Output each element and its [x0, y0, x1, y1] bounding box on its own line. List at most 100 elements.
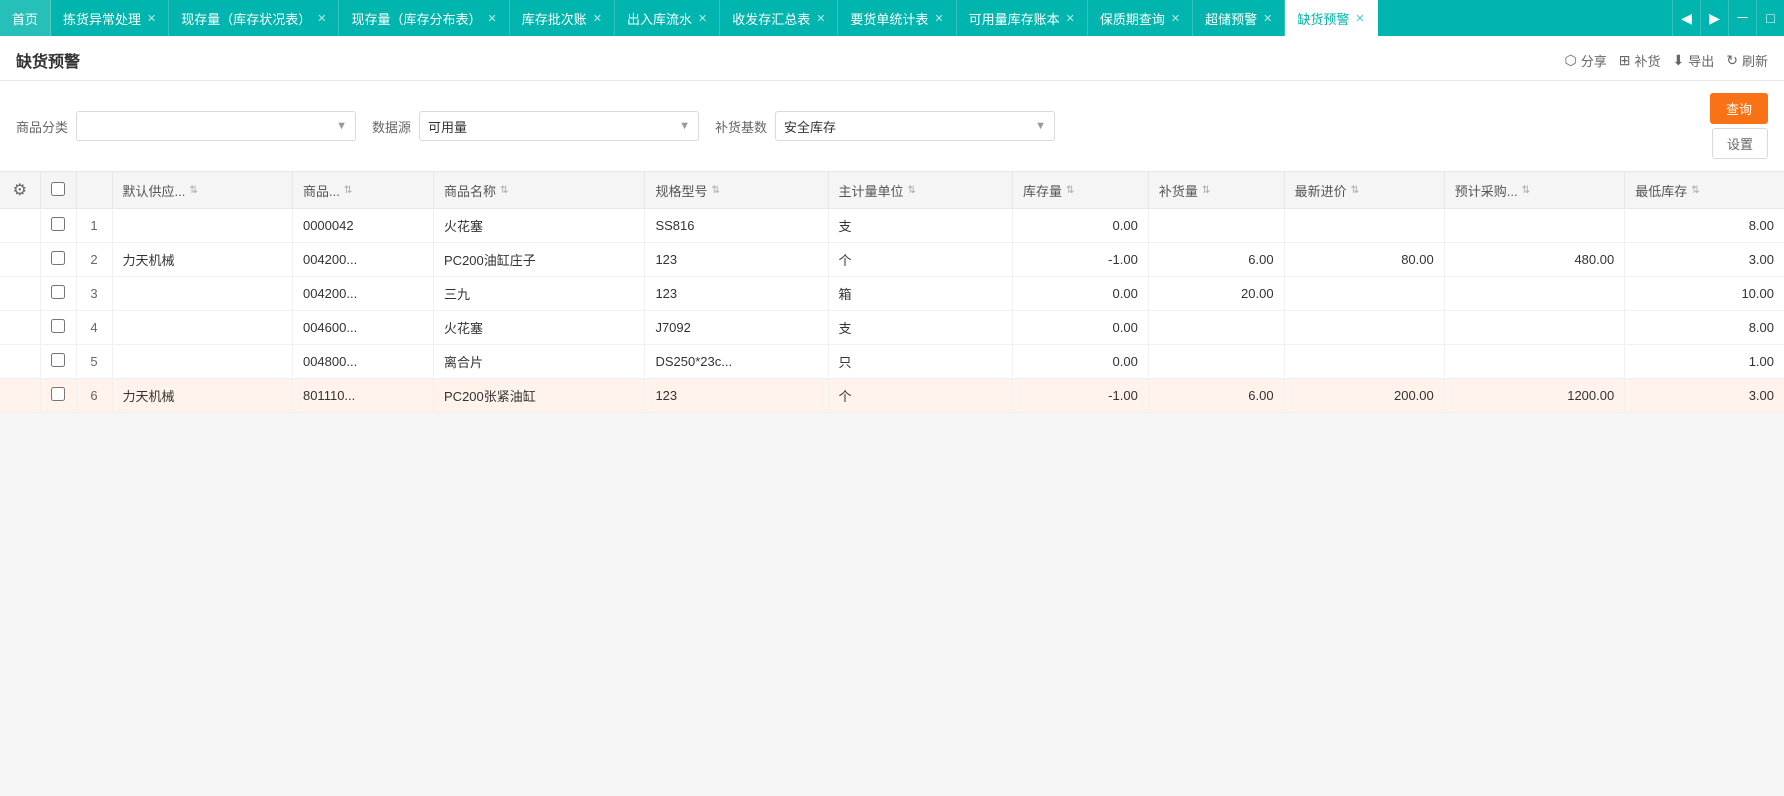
row-checkbox[interactable]	[51, 251, 65, 265]
td-min-stock: 8.00	[1625, 311, 1784, 345]
replenish-base-select[interactable]: 安全库存 ▼	[775, 111, 1055, 141]
chevron-down-icon: ▼	[336, 120, 347, 132]
close-icon[interactable]: ✕	[1263, 12, 1272, 25]
nav-tab-requisition[interactable]: 要货单统计表 ✕	[838, 0, 956, 36]
row-checkbox[interactable]	[51, 353, 65, 367]
nav-tab-requisition-label: 要货单统计表	[850, 9, 928, 28]
close-icon[interactable]: ✕	[698, 12, 707, 25]
nav-tab-stock-status[interactable]: 现存量（库存状况表） ✕	[169, 0, 339, 36]
row-checkbox[interactable]	[51, 319, 65, 333]
sort-icon[interactable]: ⇅	[344, 185, 352, 196]
share-icon: ⬡	[1565, 52, 1577, 69]
close-icon[interactable]: ✕	[488, 12, 497, 25]
query-button[interactable]: 查询	[1710, 93, 1768, 124]
td-latest-price	[1284, 277, 1444, 311]
close-icon[interactable]: ✕	[1066, 12, 1075, 25]
table-row[interactable]: 2 力天机械 004200... PC200油缸庄子 123 个 -1.00 6…	[0, 243, 1784, 277]
th-unit-label: 主计量单位	[839, 181, 904, 200]
td-checkbox	[40, 311, 76, 345]
export-button[interactable]: ⬇ 导出	[1673, 51, 1715, 70]
settings-button[interactable]: 设置	[1712, 128, 1768, 159]
table-row[interactable]: 6 力天机械 801110... PC200张紧油缸 123 个 -1.00 6…	[0, 379, 1784, 413]
th-stock-qty: 库存量 ⇅	[1013, 172, 1149, 209]
td-min-stock: 1.00	[1625, 345, 1784, 379]
sort-icon[interactable]: ⇅	[189, 185, 197, 196]
close-icon[interactable]: ✕	[147, 12, 156, 25]
th-replenish-qty-label: 补货量	[1159, 181, 1198, 200]
replenish-base-value: 安全库存	[784, 117, 836, 136]
filter-bar: 商品分类 ▼ 数据源 可用量 ▼ 补货基数 安全库存 ▼ 查询 设置	[0, 81, 1784, 171]
sort-icon[interactable]: ⇅	[1066, 185, 1074, 196]
nav-tab-overstock-label: 超储预警	[1205, 9, 1257, 28]
th-latest-price-label: 最新进价	[1295, 181, 1347, 200]
td-latest-price: 80.00	[1284, 243, 1444, 277]
close-icon[interactable]: ✕	[1171, 12, 1180, 25]
table-row[interactable]: 1 0000042 火花塞 SS816 支 0.00 8.00	[0, 209, 1784, 243]
sort-icon[interactable]: ⇅	[711, 185, 719, 196]
td-estimated-purchase	[1444, 277, 1624, 311]
td-estimated-purchase	[1444, 209, 1624, 243]
td-min-stock: 10.00	[1625, 277, 1784, 311]
td-checkbox	[40, 379, 76, 413]
sort-icon[interactable]: ⇅	[1202, 185, 1210, 196]
nav-tab-expiry-label: 保质期查询	[1100, 9, 1165, 28]
nav-next-button[interactable]: ▶	[1700, 0, 1728, 36]
select-all-checkbox[interactable]	[51, 182, 65, 196]
nav-tab-stock-dist[interactable]: 现存量（库存分布表） ✕	[339, 0, 509, 36]
close-icon[interactable]: ✕	[1355, 12, 1364, 25]
gear-icon[interactable]: ⚙	[13, 182, 27, 199]
th-latest-price: 最新进价 ⇅	[1284, 172, 1444, 209]
td-product-name: PC200张紧油缸	[434, 379, 645, 413]
td-product-code: 004600...	[292, 311, 433, 345]
close-icon[interactable]: ✕	[816, 12, 825, 25]
td-spec: 123	[645, 243, 828, 277]
th-estimated-purchase: 预计采购... ⇅	[1444, 172, 1624, 209]
td-replenish-qty	[1148, 345, 1284, 379]
th-product-name: 商品名称 ⇅	[434, 172, 645, 209]
nav-tab-flow[interactable]: 出入库流水 ✕	[615, 0, 720, 36]
sort-icon[interactable]: ⇅	[1522, 185, 1530, 196]
close-icon[interactable]: ✕	[317, 12, 326, 25]
table-row[interactable]: 3 004200... 三九 123 箱 0.00 20.00 10.00	[0, 277, 1784, 311]
td-default-supplier	[112, 277, 292, 311]
td-gear	[0, 311, 40, 345]
refresh-button[interactable]: ↻ 刷新	[1726, 51, 1768, 70]
chevron-down-icon: ▼	[679, 120, 690, 132]
td-unit: 箱	[828, 277, 1013, 311]
nav-maximize-button[interactable]: □	[1756, 0, 1784, 36]
sort-icon[interactable]: ⇅	[1691, 185, 1699, 196]
table-row[interactable]: 4 004600... 火花塞 J7092 支 0.00 8.00	[0, 311, 1784, 345]
row-checkbox[interactable]	[51, 387, 65, 401]
nav-tab-exception[interactable]: 拣货异常处理 ✕	[51, 0, 169, 36]
nav-tab-batch[interactable]: 库存批次账 ✕	[510, 0, 615, 36]
nav-tab-overstock[interactable]: 超储预警 ✕	[1193, 0, 1285, 36]
td-product-code: 004200...	[292, 277, 433, 311]
nav-tab-expiry[interactable]: 保质期查询 ✕	[1088, 0, 1193, 36]
table-header-row: ⚙ 默认供应... ⇅ 商品...	[0, 172, 1784, 209]
td-default-supplier: 力天机械	[112, 379, 292, 413]
nav-prev-button[interactable]: ◀	[1672, 0, 1700, 36]
share-button[interactable]: ⬡ 分享	[1565, 51, 1607, 70]
nav-tab-available[interactable]: 可用量库存账本 ✕	[957, 0, 1088, 36]
category-select[interactable]: ▼	[76, 111, 356, 141]
nav-tab-shortage-label: 缺货预警	[1297, 9, 1349, 28]
nav-minimize-button[interactable]: －	[1728, 0, 1756, 36]
close-icon[interactable]: ✕	[934, 12, 943, 25]
nav-tab-shortage[interactable]: 缺货预警 ✕	[1285, 0, 1377, 36]
td-replenish-qty	[1148, 209, 1284, 243]
row-checkbox[interactable]	[51, 285, 65, 299]
th-spec-label: 规格型号	[655, 181, 707, 200]
table-row[interactable]: 5 004800... 离合片 DS250*23c... 只 0.00 1.00	[0, 345, 1784, 379]
close-icon[interactable]: ✕	[593, 12, 602, 25]
datasource-select[interactable]: 可用量 ▼	[419, 111, 699, 141]
data-table: ⚙ 默认供应... ⇅ 商品...	[0, 171, 1784, 413]
replenish-button[interactable]: ⊞ 补货	[1619, 51, 1661, 70]
sort-icon[interactable]: ⇅	[908, 185, 916, 196]
sort-icon[interactable]: ⇅	[500, 185, 508, 196]
sort-icon[interactable]: ⇅	[1351, 185, 1359, 196]
th-default-supplier-label: 默认供应...	[123, 181, 186, 200]
nav-tab-collect[interactable]: 收发存汇总表 ✕	[720, 0, 838, 36]
row-checkbox[interactable]	[51, 217, 65, 231]
td-replenish-qty: 6.00	[1148, 243, 1284, 277]
nav-tab-home[interactable]: 首页	[0, 0, 51, 36]
